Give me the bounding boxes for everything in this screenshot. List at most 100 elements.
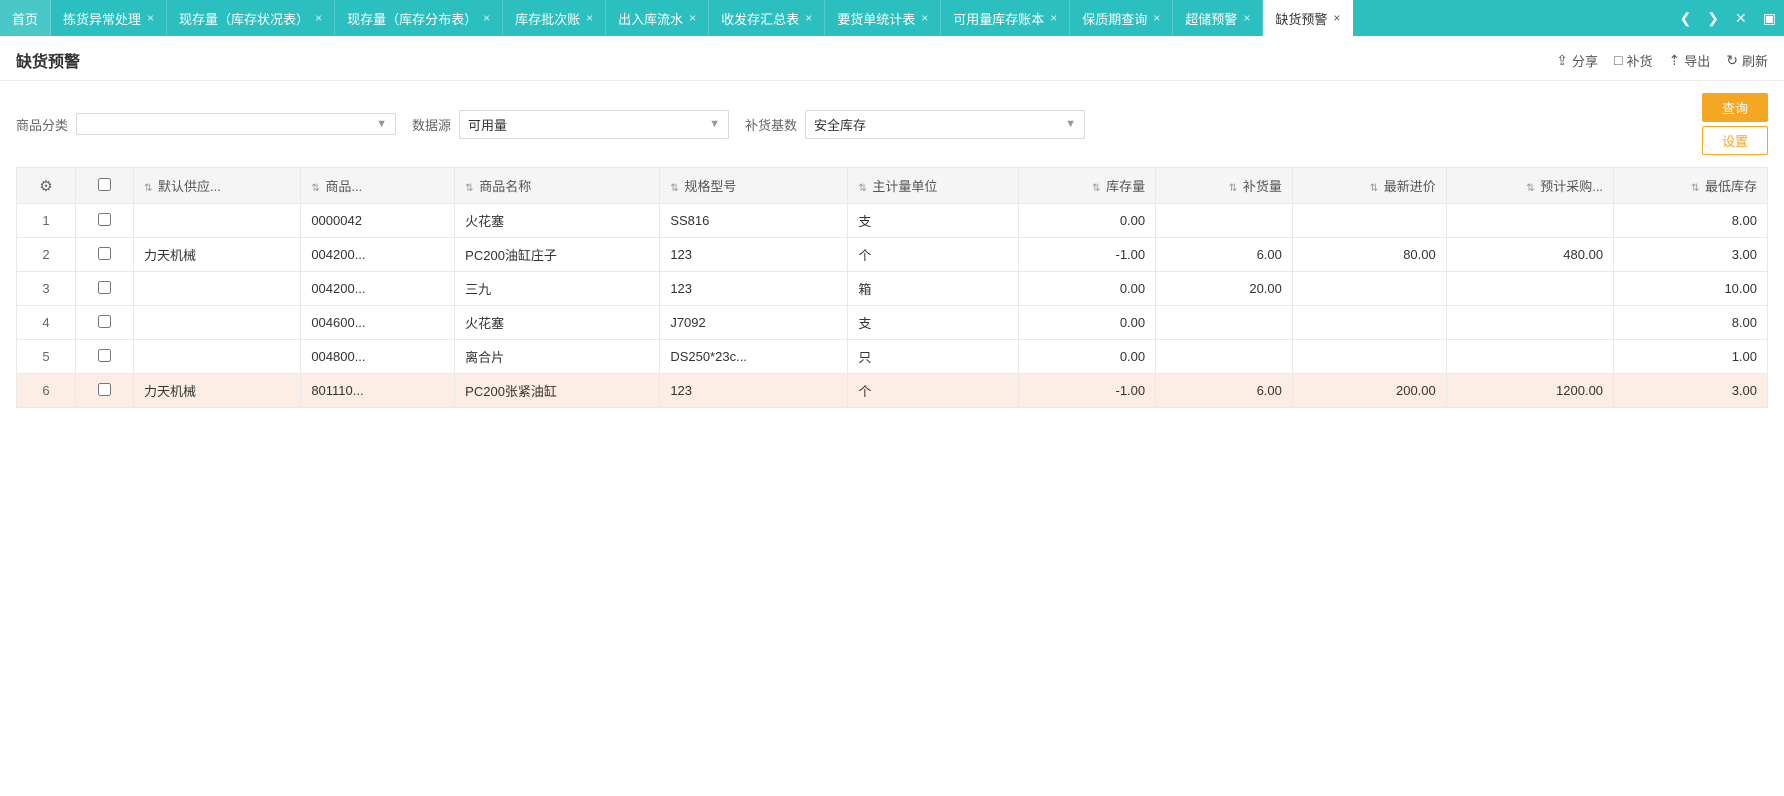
chevron-down-icon: ▼ — [376, 118, 387, 130]
tab-label: 超储预警 — [1185, 9, 1237, 28]
refresh-button[interactable]: ↻ 刷新 — [1726, 51, 1768, 70]
close-icon[interactable]: × — [921, 11, 928, 25]
supply-label: 补货 — [1626, 51, 1652, 70]
export-button[interactable]: ⇡ 导出 — [1669, 51, 1711, 70]
tab-超储预警[interactable]: 超储预警 × — [1173, 0, 1263, 36]
code-cell: 004800... — [301, 340, 455, 374]
table-row: 3 004200... 三九 123 箱 0.00 20.00 10.00 — [17, 272, 1768, 306]
table-row: 2 力天机械 004200... PC200油缸庄子 123 个 -1.00 6… — [17, 238, 1768, 272]
sort-icon[interactable]: ⇅ — [670, 183, 678, 194]
close-icon[interactable]: × — [1243, 11, 1250, 25]
sort-icon[interactable]: ⇅ — [144, 183, 152, 194]
close-icon[interactable]: × — [147, 11, 154, 25]
sort-icon[interactable]: ⇅ — [1691, 183, 1699, 194]
row-checkbox[interactable] — [98, 213, 111, 226]
replenish-select[interactable]: 安全库存 ▼ — [805, 110, 1085, 139]
tab-要货单统计表[interactable]: 要货单统计表 × — [825, 0, 941, 36]
spec-cell: J7092 — [660, 306, 848, 340]
sort-icon[interactable]: ⇅ — [311, 183, 319, 194]
query-button[interactable]: 查询 — [1702, 93, 1768, 122]
row-checkbox[interactable] — [98, 315, 111, 328]
supplier-cell — [134, 272, 301, 306]
replenish-filter-group: 补货基数 安全库存 ▼ — [745, 110, 1085, 139]
tab-保质期查询[interactable]: 保质期查询 × — [1070, 0, 1173, 36]
price-cell — [1292, 340, 1446, 374]
name-cell: 火花塞 — [455, 204, 660, 238]
table-row: 1 0000042 火花塞 SS816 支 0.00 8.00 — [17, 204, 1768, 238]
spec-cell: DS250*23c... — [660, 340, 848, 374]
share-label: 分享 — [1572, 51, 1598, 70]
row-num-cell: 5 — [17, 340, 76, 374]
close-icon[interactable]: × — [805, 11, 812, 25]
share-button[interactable]: ⇪ 分享 — [1556, 51, 1598, 70]
stock-cell: 0.00 — [1019, 272, 1156, 306]
unit-cell: 个 — [848, 374, 1019, 408]
data-table: ⚙ ⇅ 默认供应... ⇅ 商品... ⇅ — [16, 167, 1768, 408]
close-icon[interactable]: × — [315, 11, 322, 25]
supply-button[interactable]: □ 补货 — [1614, 51, 1652, 70]
tab-收发存汇总表[interactable]: 收发存汇总表 × — [709, 0, 825, 36]
column-min-label: 最低库存 — [1705, 179, 1757, 194]
est-cell — [1446, 306, 1613, 340]
close-icon[interactable]: × — [1050, 11, 1057, 25]
tab-缺货预警[interactable]: 缺货预警 × — [1263, 0, 1353, 36]
tab-拣货异常处理[interactable]: 拣货异常处理 × — [51, 0, 167, 36]
tab-next-button[interactable]: ❯ — [1699, 0, 1727, 36]
sort-icon[interactable]: ⇅ — [1526, 183, 1534, 194]
unit-cell: 箱 — [848, 272, 1019, 306]
tab-现存量库存分布表[interactable]: 现存量（库存分布表） × — [335, 0, 503, 36]
row-num-cell: 6 — [17, 374, 76, 408]
close-icon[interactable]: × — [586, 11, 593, 25]
gear-icon[interactable]: ⚙ — [39, 177, 52, 195]
row-checkbox[interactable] — [98, 281, 111, 294]
column-supply: ⇅ 补货量 — [1156, 168, 1293, 204]
stock-cell: 0.00 — [1019, 340, 1156, 374]
tab-maximize-button[interactable]: ▣ — [1755, 0, 1784, 36]
select-all-checkbox[interactable] — [98, 178, 111, 191]
column-stock: ⇅ 库存量 — [1019, 168, 1156, 204]
row-checkbox[interactable] — [98, 383, 111, 396]
tab-prev-button[interactable]: ❮ — [1672, 0, 1700, 36]
category-select[interactable]: ▼ — [76, 113, 396, 135]
supply-cell — [1156, 204, 1293, 238]
code-cell: 801110... — [301, 374, 455, 408]
filter-bar: 商品分类 ▼ 数据源 可用量 ▼ 补货基数 安全库存 ▼ 查询 设置 — [0, 81, 1784, 167]
spec-cell: 123 — [660, 374, 848, 408]
row-checkbox[interactable] — [98, 349, 111, 362]
close-icon[interactable]: × — [1153, 11, 1160, 25]
close-icon[interactable]: × — [1333, 11, 1340, 25]
sort-icon[interactable]: ⇅ — [858, 183, 866, 194]
column-supplier-label: 默认供应... — [158, 179, 221, 194]
sort-icon[interactable]: ⇅ — [465, 183, 473, 194]
tab-现存量库存状况表[interactable]: 现存量（库存状况表） × — [167, 0, 335, 36]
column-checkbox — [75, 168, 133, 204]
row-checkbox-cell — [75, 374, 133, 408]
close-icon[interactable]: × — [689, 11, 696, 25]
refresh-icon: ↻ — [1726, 52, 1738, 69]
export-label: 导出 — [1684, 51, 1710, 70]
min-stock-cell: 3.00 — [1614, 238, 1768, 272]
tab-出入库流水[interactable]: 出入库流水 × — [606, 0, 709, 36]
tab-label: 要货单统计表 — [837, 9, 915, 28]
tab-可用量库存账本[interactable]: 可用量库存账本 × — [941, 0, 1070, 36]
column-est-label: 预计采购... — [1540, 179, 1603, 194]
tab-label: 现存量（库存分布表） — [347, 9, 477, 28]
close-icon[interactable]: × — [483, 11, 490, 25]
tab-库存批次账[interactable]: 库存批次账 × — [503, 0, 606, 36]
sort-icon[interactable]: ⇅ — [1370, 183, 1378, 194]
datasource-value: 可用量 — [468, 115, 507, 134]
min-stock-cell: 8.00 — [1614, 204, 1768, 238]
tab-首页[interactable]: 首页 — [0, 0, 51, 36]
sort-icon[interactable]: ⇅ — [1229, 183, 1237, 194]
supply-cell: 6.00 — [1156, 238, 1293, 272]
sort-icon[interactable]: ⇅ — [1092, 183, 1100, 194]
tab-label: 库存批次账 — [515, 9, 580, 28]
row-checkbox[interactable] — [98, 247, 111, 260]
tab-label: 首页 — [12, 9, 38, 28]
column-code: ⇅ 商品... — [301, 168, 455, 204]
tab-close-button[interactable]: ✕ — [1727, 0, 1755, 36]
stock-cell: 0.00 — [1019, 204, 1156, 238]
stock-cell: 0.00 — [1019, 306, 1156, 340]
datasource-select[interactable]: 可用量 ▼ — [459, 110, 729, 139]
settings-button[interactable]: 设置 — [1702, 126, 1768, 155]
